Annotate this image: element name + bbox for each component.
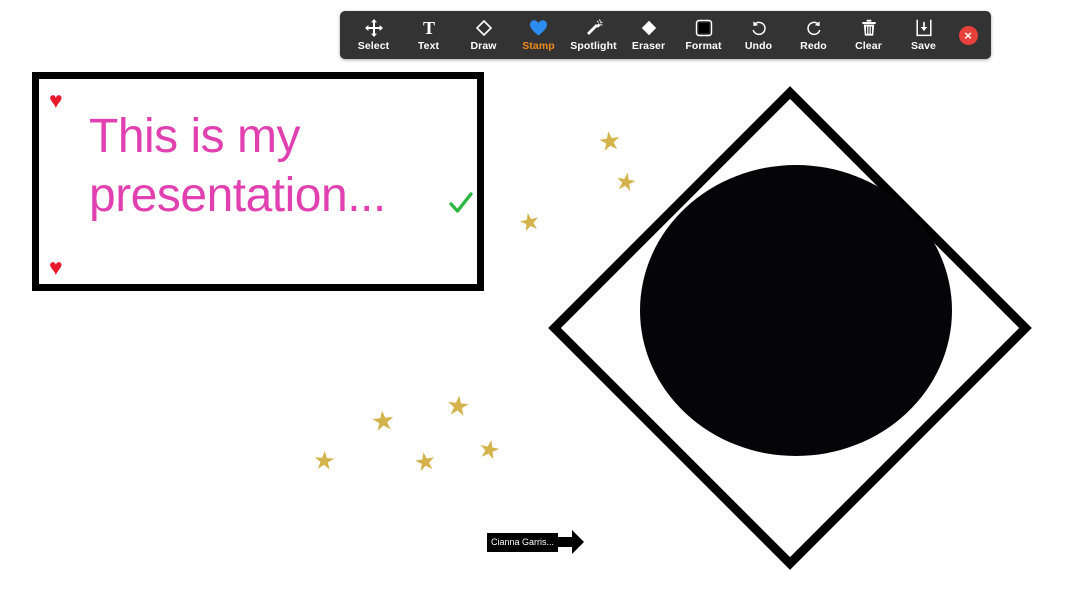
tool-select[interactable]: Select [346, 11, 401, 59]
shape-group [540, 66, 1056, 586]
textbox-text: This is my presentation... [89, 110, 386, 222]
tool-redo-label: Redo [800, 40, 827, 52]
tool-stamp[interactable]: Stamp [511, 11, 566, 59]
tool-eraser-label: Eraser [631, 40, 666, 52]
tool-redo[interactable]: Redo [786, 11, 841, 59]
star-stamp: ★ [516, 207, 543, 238]
tool-select-label: Select [357, 40, 390, 52]
annotation-toolbar[interactable]: Select T Text Draw Stamp Spotlight Erase… [340, 11, 991, 59]
star-stamp: ★ [444, 389, 472, 423]
tool-spotlight[interactable]: Spotlight [566, 11, 621, 59]
check-stamp [449, 192, 473, 213]
tool-draw-label: Draw [470, 40, 497, 52]
tool-save[interactable]: Save [896, 11, 951, 59]
tool-eraser[interactable]: Eraser [621, 11, 676, 59]
save-download-icon [915, 18, 933, 38]
textbox-annotation[interactable]: ♥ ♥ This is my presentation... [32, 72, 484, 291]
tool-format-label: Format [685, 40, 722, 52]
diamond-outline-icon [475, 18, 493, 38]
tool-clear[interactable]: Clear [841, 11, 896, 59]
star-stamp: ★ [475, 433, 504, 467]
tool-text[interactable]: T Text [401, 11, 456, 59]
star-stamp: ★ [411, 446, 439, 478]
svg-text:T: T [422, 19, 434, 37]
tool-stamp-label: Stamp [522, 40, 555, 52]
annotation-canvas[interactable]: ♥ ♥ This is my presentation... ★ ★ ★ ★ ★… [0, 0, 1081, 593]
tool-save-label: Save [911, 40, 936, 52]
filled-circle-shape[interactable] [640, 165, 952, 456]
star-stamp: ★ [312, 446, 337, 476]
tool-clear-label: Clear [855, 40, 882, 52]
tool-text-label: Text [417, 40, 440, 52]
star-stamp: ★ [369, 404, 397, 438]
text-t-icon: T [420, 18, 438, 38]
tool-undo-label: Undo [744, 40, 773, 52]
heart-stamp-top: ♥ [49, 87, 63, 113]
trash-icon [860, 18, 878, 38]
tool-spotlight-label: Spotlight [570, 40, 617, 52]
remote-cursor: Cianna Garris... [487, 528, 585, 556]
heart-stamp-icon [529, 18, 548, 38]
magic-wand-icon [585, 18, 603, 38]
tool-draw[interactable]: Draw [456, 11, 511, 59]
remote-cursor-label: Cianna Garris... [487, 532, 559, 552]
eraser-icon [640, 18, 658, 38]
redo-arrow-icon [805, 18, 823, 38]
tool-format[interactable]: Format [676, 11, 731, 59]
move-arrows-icon [364, 18, 383, 38]
close-icon: × [958, 25, 978, 45]
filled-square-icon [695, 18, 713, 38]
heart-stamp-bottom: ♥ [49, 254, 63, 280]
close-button[interactable]: × [951, 11, 985, 59]
tool-undo[interactable]: Undo [731, 11, 786, 59]
cursor-arrow-icon [557, 530, 585, 554]
undo-arrow-icon [750, 18, 768, 38]
